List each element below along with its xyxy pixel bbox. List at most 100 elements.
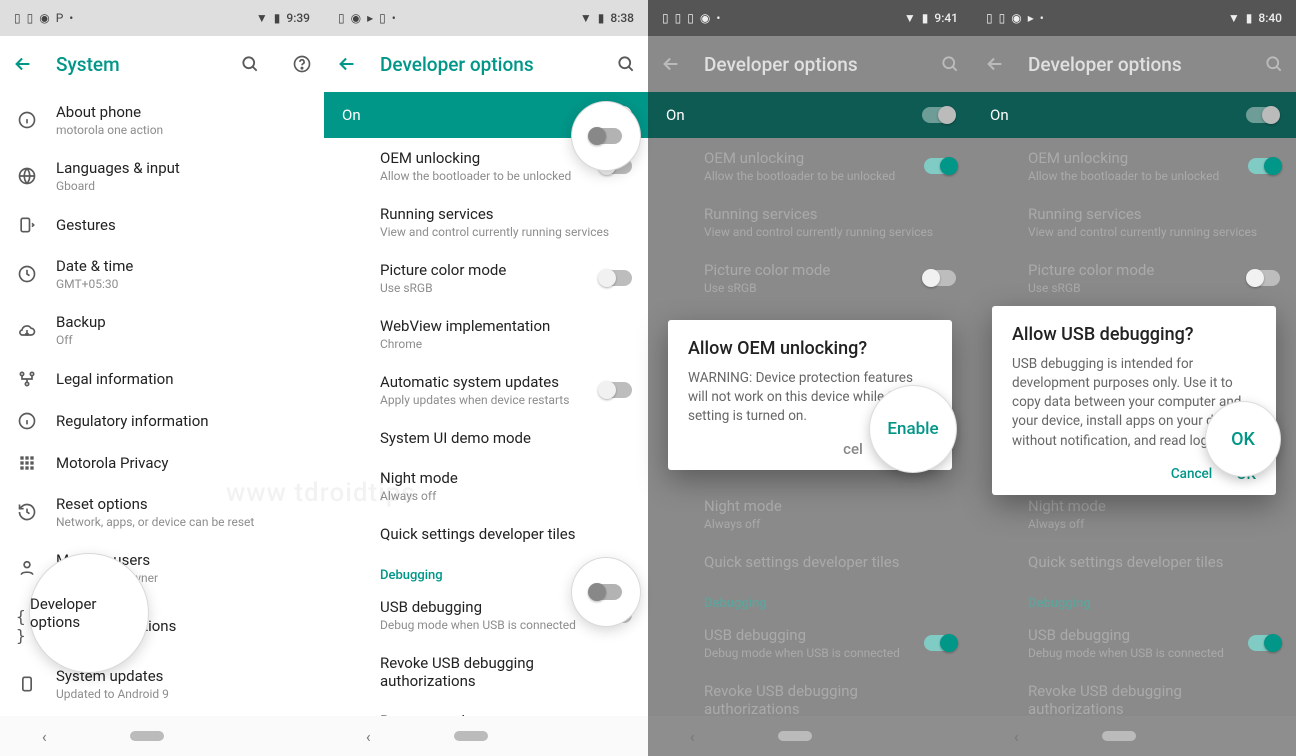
- row-title: Motorola Privacy: [56, 454, 308, 472]
- search-icon[interactable]: [240, 54, 260, 74]
- row-subtitle: Allow the bootloader to be unlocked: [380, 169, 582, 183]
- settings-row[interactable]: OEM unlockingAllow the bootloader to be …: [972, 138, 1296, 194]
- back-icon[interactable]: [984, 53, 1006, 75]
- title-row: System: [0, 36, 324, 92]
- settings-row[interactable]: Reset optionsNetwork, apps, or device ca…: [0, 484, 324, 540]
- row-toggle[interactable]: [600, 382, 632, 398]
- section-header: Debugging: [972, 582, 1296, 615]
- row-subtitle: Debug mode when USB is connected: [1028, 646, 1230, 660]
- settings-row[interactable]: Picture color modeUse sRGB: [648, 250, 972, 306]
- row-subtitle: Updated to Android 9: [56, 687, 308, 701]
- usb-toggle-highlight[interactable]: [590, 584, 622, 600]
- nav-back-icon[interactable]: ‹: [366, 727, 371, 746]
- settings-row[interactable]: Quick settings developer tiles: [648, 542, 972, 582]
- status-bar: ▯ ◉ ▸ ▯ • ▼ ▮ 8:38: [324, 0, 648, 36]
- settings-row[interactable]: Automatic system updatesApply updates wh…: [324, 362, 648, 418]
- highlight-label[interactable]: Enable: [887, 419, 938, 439]
- highlight-label[interactable]: Developer options: [30, 595, 148, 631]
- oem-toggle-highlight[interactable]: [590, 128, 622, 144]
- settings-row[interactable]: Running servicesView and control current…: [648, 194, 972, 250]
- settings-row[interactable]: System updatesUpdated to Android 9: [0, 656, 324, 712]
- help-icon[interactable]: [292, 54, 312, 74]
- row-toggle[interactable]: [924, 158, 956, 174]
- highlight-ring-enable: Enable: [870, 386, 956, 472]
- settings-row[interactable]: Night modeAlways off: [648, 486, 972, 542]
- settings-row[interactable]: System UI demo mode: [324, 418, 648, 458]
- wifi-icon: ▼: [580, 11, 592, 25]
- row-toggle[interactable]: [924, 635, 956, 651]
- master-toggle-bar[interactable]: On: [648, 92, 972, 138]
- settings-row[interactable]: Quick settings developer tiles: [324, 514, 648, 554]
- nav-home-icon[interactable]: [1102, 731, 1136, 741]
- settings-row[interactable]: Motorola Privacy: [0, 442, 324, 484]
- master-toggle-bar[interactable]: On: [972, 92, 1296, 138]
- settings-row[interactable]: Picture color modeUse sRGB: [324, 250, 648, 306]
- status-bar: ▯ ▯ ◉ P • ▼ ▮ 9:39: [0, 0, 324, 36]
- settings-row[interactable]: Quick settings developer tiles: [972, 542, 1296, 582]
- settings-row[interactable]: Legal information: [0, 358, 324, 400]
- settings-row[interactable]: Picture color modeUse sRGB: [972, 250, 1296, 306]
- highlight-label[interactable]: OK: [1231, 429, 1255, 450]
- nav-home-icon[interactable]: [778, 731, 812, 741]
- settings-row[interactable]: WebView implementationChrome: [324, 306, 648, 362]
- battery-icon: ▮: [922, 11, 929, 25]
- back-icon[interactable]: [336, 53, 358, 75]
- row-toggle[interactable]: [1248, 635, 1280, 651]
- row-title: OEM unlocking: [380, 149, 582, 167]
- search-icon[interactable]: [616, 54, 636, 74]
- nav-back-icon[interactable]: ‹: [42, 727, 47, 746]
- row-title: Night mode: [704, 497, 956, 515]
- dialog-cancel-button[interactable]: cel: [843, 440, 863, 458]
- row-title: Automatic system updates: [380, 373, 582, 391]
- page-title: Developer options: [1028, 53, 1232, 76]
- master-toggle[interactable]: [1246, 107, 1278, 123]
- settings-row[interactable]: Bug report shortcut: [324, 701, 648, 716]
- settings-row[interactable]: Date & timeGMT+05:30: [0, 246, 324, 302]
- settings-row[interactable]: USB debuggingDebug mode when USB is conn…: [972, 615, 1296, 671]
- back-icon[interactable]: [660, 53, 682, 75]
- on-label: On: [666, 106, 685, 124]
- row-title: Running services: [704, 205, 956, 223]
- nav-back-icon[interactable]: ‹: [690, 727, 695, 746]
- master-toggle[interactable]: [922, 107, 954, 123]
- row-title: USB debugging: [704, 626, 906, 644]
- dialog-cancel-button[interactable]: Cancel: [1171, 465, 1212, 483]
- search-icon[interactable]: [940, 54, 960, 74]
- nav-back-icon[interactable]: ‹: [1014, 727, 1019, 746]
- row-title: Picture color mode: [1028, 261, 1230, 279]
- search-icon[interactable]: [1264, 54, 1284, 74]
- row-subtitle: Use sRGB: [704, 281, 906, 295]
- row-toggle[interactable]: [1248, 270, 1280, 286]
- back-icon[interactable]: [12, 53, 34, 75]
- settings-row[interactable]: Revoke USB debugging authorizations: [972, 671, 1296, 716]
- info-icon: [16, 110, 38, 130]
- wifi-icon: ▼: [904, 11, 916, 25]
- settings-row[interactable]: Gestures: [0, 204, 324, 246]
- settings-row[interactable]: Night modeAlways off: [324, 458, 648, 514]
- row-subtitle: Always off: [380, 489, 632, 503]
- settings-row[interactable]: OEM unlockingAllow the bootloader to be …: [648, 138, 972, 194]
- wifi-icon: ▼: [256, 11, 268, 25]
- settings-row[interactable]: Revoke USB debugging authorizations: [324, 643, 648, 701]
- globe-icon: [16, 166, 38, 186]
- status-icon: ▯: [338, 11, 345, 25]
- page-title: Developer options: [380, 53, 584, 76]
- settings-row[interactable]: About phonemotorola one action: [0, 92, 324, 148]
- row-toggle[interactable]: [924, 270, 956, 286]
- settings-row[interactable]: USB debuggingDebug mode when USB is conn…: [648, 615, 972, 671]
- row-subtitle: View and control currently running servi…: [380, 225, 632, 239]
- row-subtitle: Chrome: [380, 337, 632, 351]
- settings-row[interactable]: Languages & inputGboard: [0, 148, 324, 204]
- settings-row[interactable]: BackupOff: [0, 302, 324, 358]
- status-icon: ▯: [379, 11, 386, 25]
- settings-row[interactable]: Revoke USB debugging authorizations: [648, 671, 972, 716]
- row-title: System UI demo mode: [380, 429, 632, 447]
- settings-row[interactable]: Regulatory information: [0, 400, 324, 442]
- row-toggle[interactable]: [600, 270, 632, 286]
- nav-home-icon[interactable]: [454, 731, 488, 741]
- row-toggle[interactable]: [1248, 158, 1280, 174]
- settings-row[interactable]: Running servicesView and control current…: [972, 194, 1296, 250]
- settings-row[interactable]: Running servicesView and control current…: [324, 194, 648, 250]
- nav-home-icon[interactable]: [130, 731, 164, 741]
- status-icon: ▸: [367, 11, 373, 25]
